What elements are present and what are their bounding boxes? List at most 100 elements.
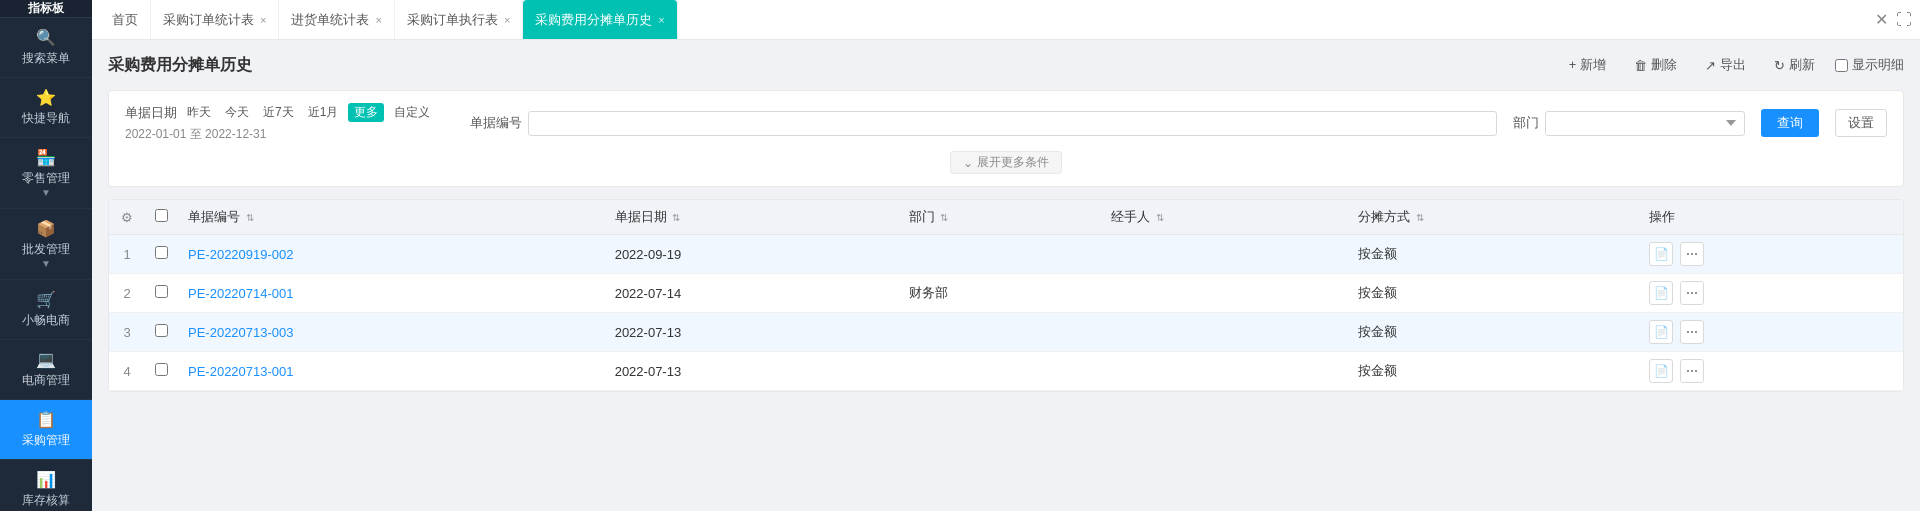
show-detail-checkbox[interactable]: 显示明细 xyxy=(1835,56,1904,74)
doc-num-link-1[interactable]: PE-20220714-001 xyxy=(188,286,294,301)
maximize-window-icon[interactable]: ⛶ xyxy=(1896,11,1912,29)
tab-bar: 首页采购订单统计表×进货单统计表×采购订单执行表×采购费用分摊单历史× ✕ ⛶ xyxy=(92,0,1920,40)
dept-cell-0 xyxy=(899,235,1102,274)
show-detail-check[interactable] xyxy=(1835,59,1848,72)
sidebar: 指标板 🔍 搜索菜单 ⭐ 快捷导航 🏪 零售管理 ▼ 📦 批发管理 ▼ 🛒 小畅… xyxy=(0,0,92,511)
split-method-cell-1: 按金额 xyxy=(1348,274,1639,313)
doc-num-link-2[interactable]: PE-20220713-003 xyxy=(188,325,294,340)
view-btn-3[interactable]: 📄 xyxy=(1649,359,1673,383)
close-window-icon[interactable]: ✕ xyxy=(1875,10,1888,29)
col-header-docNum[interactable]: 单据编号 ⇅ xyxy=(178,200,605,235)
refresh-icon: ↻ xyxy=(1774,58,1785,73)
tab-incoming-stats[interactable]: 进货单统计表 × xyxy=(279,0,394,39)
tab-close-purchase-order-exec[interactable]: × xyxy=(504,14,510,26)
page-title: 采购费用分摊单历史 xyxy=(108,55,252,76)
table-area: ⚙单据编号 ⇅单据日期 ⇅部门 ⇅经手人 ⇅分摊方式 ⇅操作 1PE-20220… xyxy=(108,199,1904,392)
table-container: ⚙单据编号 ⇅单据日期 ⇅部门 ⇅经手人 ⇅分摊方式 ⇅操作 1PE-20220… xyxy=(109,200,1903,391)
more-btn-3[interactable]: ⋯ xyxy=(1680,359,1704,383)
add-button[interactable]: + 新增 xyxy=(1561,52,1614,78)
doc-num-link-3[interactable]: PE-20220713-001 xyxy=(188,364,294,379)
handler-cell-1 xyxy=(1101,274,1348,313)
table-row: 2PE-20220714-0012022-07-14财务部按金额 📄 ⋯ xyxy=(109,274,1903,313)
col-header-gear: ⚙ xyxy=(109,200,145,235)
sort-icon-dept: ⇅ xyxy=(940,212,948,223)
view-btn-2[interactable]: 📄 xyxy=(1649,320,1673,344)
doc-date-cell-0: 2022-09-19 xyxy=(605,235,899,274)
sidebar-item-label: 采购管理 xyxy=(22,432,70,449)
col-header-splitMethod[interactable]: 分摊方式 ⇅ xyxy=(1348,200,1639,235)
sidebar-item-retail[interactable]: 🏪 零售管理 ▼ xyxy=(0,138,92,209)
sidebar-item-quicknav[interactable]: ⭐ 快捷导航 xyxy=(0,78,92,138)
view-btn-0[interactable]: 📄 xyxy=(1649,242,1673,266)
table-row: 4PE-20220713-0012022-07-13按金额 📄 ⋯ xyxy=(109,352,1903,391)
more-btn-1[interactable]: ⋯ xyxy=(1680,281,1704,305)
view-btn-1[interactable]: 📄 xyxy=(1649,281,1673,305)
dept-filter: 部门 xyxy=(1513,111,1745,136)
col-header-handler[interactable]: 经手人 ⇅ xyxy=(1101,200,1348,235)
date-shortcut-2[interactable]: 近7天 xyxy=(259,103,298,122)
content-area: 采购费用分摊单历史 + 新增 🗑 删除 ↗ 导出 ↻ 刷新 显示明细 xyxy=(92,40,1920,511)
select-all-checkbox[interactable] xyxy=(155,209,168,222)
dept-select[interactable] xyxy=(1545,111,1745,136)
ops-cell-0: 📄 ⋯ xyxy=(1639,235,1903,274)
sidebar-item-search[interactable]: 🔍 搜索菜单 xyxy=(0,18,92,78)
tab-label-incoming-stats: 进货单统计表 xyxy=(291,11,369,29)
sort-icon-handler: ⇅ xyxy=(1156,212,1164,223)
tab-label-purchase-order-exec: 采购订单执行表 xyxy=(407,11,498,29)
sort-icon-docNum: ⇅ xyxy=(246,212,254,223)
dept-label: 部门 xyxy=(1513,114,1539,132)
data-table: ⚙单据编号 ⇅单据日期 ⇅部门 ⇅经手人 ⇅分摊方式 ⇅操作 1PE-20220… xyxy=(109,200,1903,391)
expand-more-button[interactable]: ⌄ 展开更多条件 xyxy=(950,151,1062,174)
col-header-dept[interactable]: 部门 ⇅ xyxy=(899,200,1102,235)
ops-cell-3: 📄 ⋯ xyxy=(1639,352,1903,391)
sidebar-item-ecommsmall[interactable]: 🛒 小畅电商 xyxy=(0,280,92,340)
settings-button[interactable]: 设置 xyxy=(1835,109,1887,137)
row-checkbox-0[interactable] xyxy=(155,246,168,259)
ecommsmall-icon: 🛒 xyxy=(36,290,56,309)
date-shortcut-0[interactable]: 昨天 xyxy=(183,103,215,122)
query-button[interactable]: 查询 xyxy=(1761,109,1819,137)
sidebar-item-ecomm[interactable]: 💻 电商管理 xyxy=(0,340,92,400)
tab-close-purchase-order-stats[interactable]: × xyxy=(260,14,266,26)
sidebar-item-wholesale[interactable]: 📦 批发管理 ▼ xyxy=(0,209,92,280)
more-btn-2[interactable]: ⋯ xyxy=(1680,320,1704,344)
tab-purchase-order-exec[interactable]: 采购订单执行表 × xyxy=(395,0,523,39)
export-button[interactable]: ↗ 导出 xyxy=(1697,52,1754,78)
doc-num-input[interactable] xyxy=(528,111,1497,136)
sidebar-item-purchase[interactable]: 📋 采购管理 xyxy=(0,400,92,460)
dept-cell-2 xyxy=(899,313,1102,352)
quicknav-icon: ⭐ xyxy=(36,88,56,107)
split-method-cell-3: 按金额 xyxy=(1348,352,1639,391)
more-btn-0[interactable]: ⋯ xyxy=(1680,242,1704,266)
doc-date-cell-1: 2022-07-14 xyxy=(605,274,899,313)
refresh-button[interactable]: ↻ 刷新 xyxy=(1766,52,1823,78)
row-checkbox-2[interactable] xyxy=(155,324,168,337)
col-header-docDate[interactable]: 单据日期 ⇅ xyxy=(605,200,899,235)
row-checkbox-3[interactable] xyxy=(155,363,168,376)
filter-row-1: 单据日期 昨天今天近7天近1月更多自定义 2022-01-01 至 2022-1… xyxy=(125,103,1887,143)
tab-home[interactable]: 首页 xyxy=(100,0,151,39)
tab-close-incoming-stats[interactable]: × xyxy=(375,14,381,26)
row-checkbox-1[interactable] xyxy=(155,285,168,298)
sidebar-item-label: 库存核算 xyxy=(22,492,70,509)
doc-num-link-0[interactable]: PE-20220919-002 xyxy=(188,247,294,262)
doc-num-cell-0: PE-20220919-002 xyxy=(178,235,605,274)
date-range-text: 2022-01-01 至 2022-12-31 xyxy=(125,126,266,143)
delete-button[interactable]: 🗑 删除 xyxy=(1626,52,1685,78)
date-shortcut-5[interactable]: 自定义 xyxy=(390,103,434,122)
dept-cell-1: 财务部 xyxy=(899,274,1102,313)
row-num-0: 1 xyxy=(109,235,145,274)
sort-icon-splitMethod: ⇅ xyxy=(1416,212,1424,223)
tab-purchase-order-stats[interactable]: 采购订单统计表× xyxy=(151,0,279,39)
sidebar-item-inventory[interactable]: 📊 库存核算 xyxy=(0,460,92,511)
tab-purchase-cost-split[interactable]: 采购费用分摊单历史× xyxy=(523,0,677,39)
tab-close-purchase-cost-split[interactable]: × xyxy=(658,14,664,26)
date-shortcut-4[interactable]: 更多 xyxy=(348,103,384,122)
row-checkbox-cell-2 xyxy=(145,313,178,352)
date-shortcut-1[interactable]: 今天 xyxy=(221,103,253,122)
gear-icon[interactable]: ⚙ xyxy=(121,210,133,225)
date-shortcuts: 昨天今天近7天近1月更多自定义 xyxy=(183,103,434,122)
date-shortcut-3[interactable]: 近1月 xyxy=(304,103,343,122)
page-actions: + 新增 🗑 删除 ↗ 导出 ↻ 刷新 显示明细 xyxy=(1561,52,1904,78)
doc-num-cell-2: PE-20220713-003 xyxy=(178,313,605,352)
